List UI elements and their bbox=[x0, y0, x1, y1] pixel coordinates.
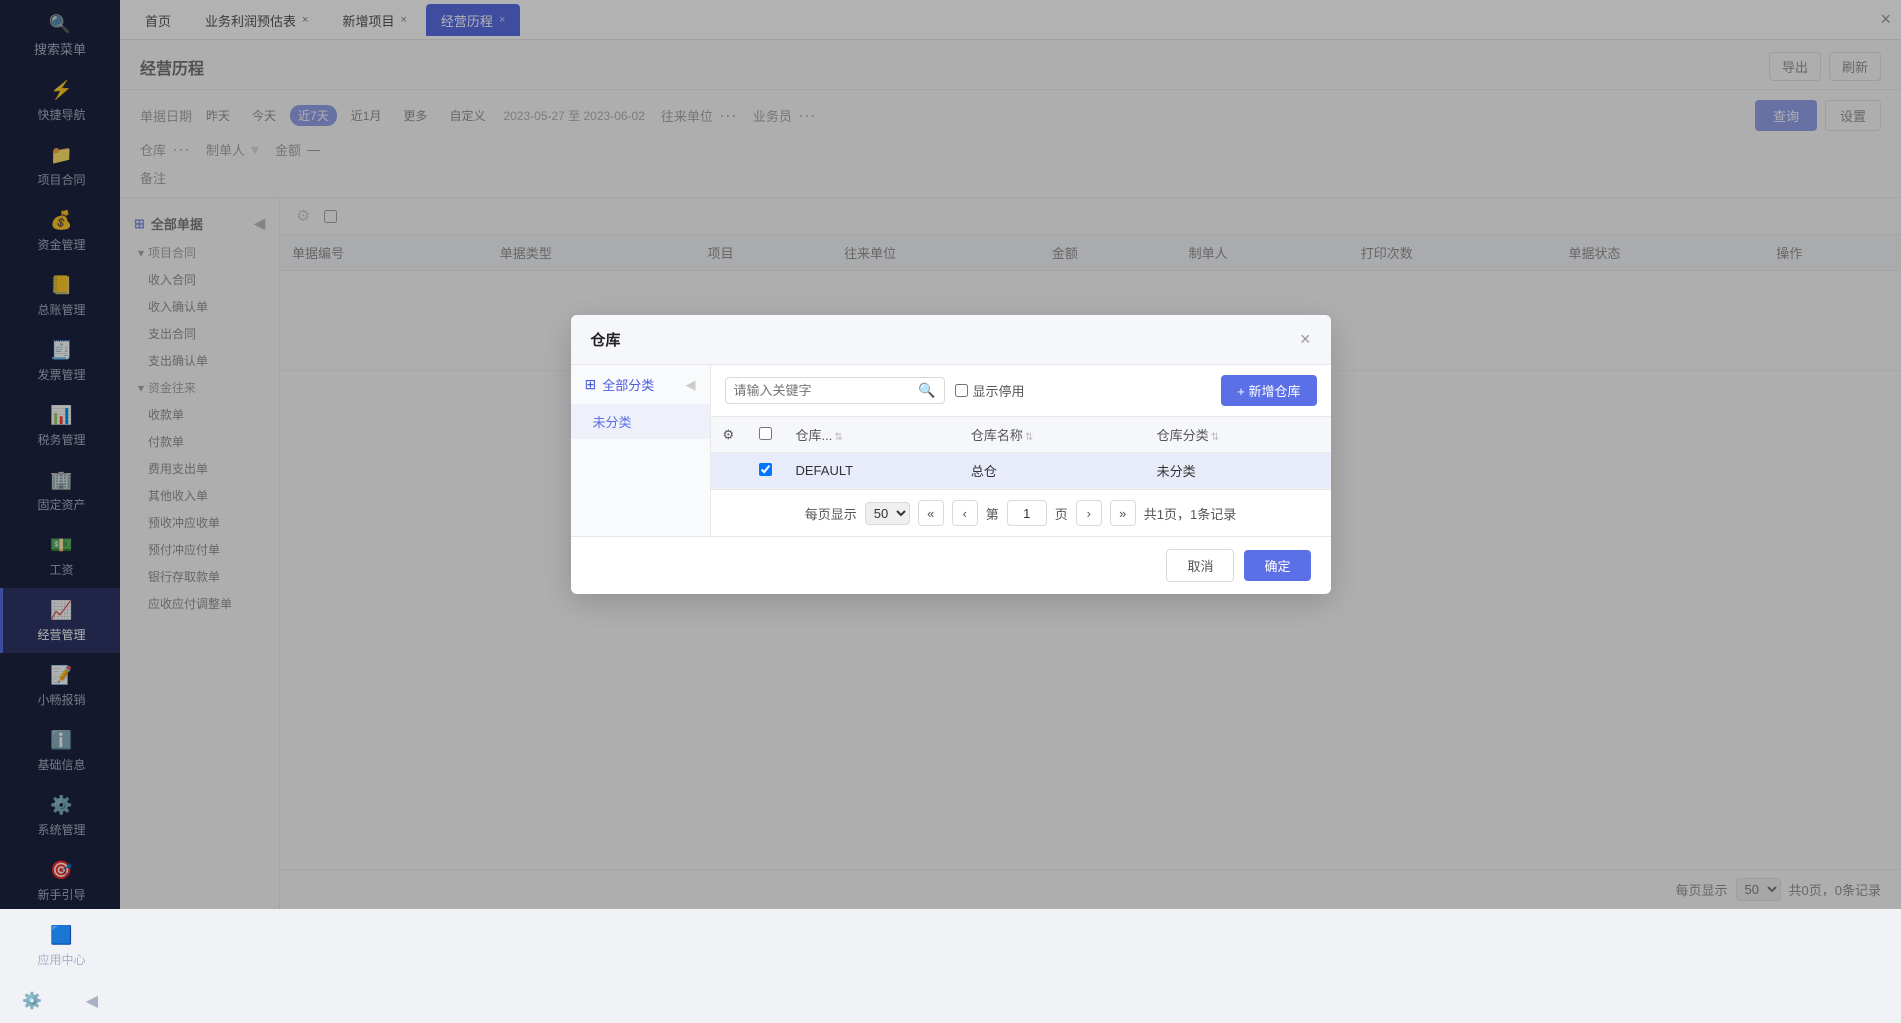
modal-left-collapse[interactable]: ◀ bbox=[686, 377, 696, 393]
cancel-button[interactable]: 取消 bbox=[1166, 549, 1234, 582]
main-area: 首页 业务利润预估表 × 新增项目 × 经营历程 × × 经营历程 导出 刷新 bbox=[120, 0, 1901, 909]
cell-settings bbox=[711, 453, 747, 489]
modal-search-wrap: 🔍 bbox=[725, 377, 945, 404]
add-warehouse-button[interactable]: + 新增仓库 bbox=[1221, 375, 1316, 406]
col-warehouse-category-label: 仓库分类⇅ bbox=[1157, 428, 1219, 443]
modal-first-page-btn[interactable]: « bbox=[918, 500, 944, 526]
col-warehouse-name: 仓库名称⇅ bbox=[959, 417, 1145, 453]
col-settings: ⚙ bbox=[711, 417, 747, 453]
col-checkbox bbox=[747, 417, 784, 453]
modal-page-input[interactable] bbox=[1007, 500, 1047, 526]
modal-overlay: 仓库 × ⊞ 全部分类 ◀ 未分类 bbox=[120, 0, 1901, 909]
modal-search-icon: 🔍 bbox=[918, 382, 935, 399]
cell-checkbox bbox=[747, 453, 784, 489]
modal-title: 仓库 bbox=[591, 329, 621, 350]
col-warehouse-category: 仓库分类⇅ bbox=[1145, 417, 1331, 453]
modal-all-category: 全部分类 bbox=[602, 375, 654, 394]
show-disabled-text: 显示停用 bbox=[973, 381, 1025, 400]
confirm-button[interactable]: 确定 bbox=[1244, 550, 1310, 581]
modal-left-panel: ⊞ 全部分类 ◀ 未分类 bbox=[571, 365, 711, 536]
modal-body: ⊞ 全部分类 ◀ 未分类 🔍 显示停用 bbox=[571, 365, 1331, 536]
modal-close-button[interactable]: × bbox=[1300, 329, 1311, 350]
modal-total-text: 共1页，1条记录 bbox=[1144, 504, 1236, 523]
modal-table-wrap: ⚙ 仓库...⇅ 仓库名称⇅ 仓库分类⇅ bbox=[711, 417, 1331, 489]
col-warehouse-code-label: 仓库...⇅ bbox=[796, 428, 843, 443]
col-warehouse-name-label: 仓库名称⇅ bbox=[971, 428, 1033, 443]
modal-left-header[interactable]: ⊞ 全部分类 ◀ bbox=[571, 365, 710, 404]
settings-icon-th: ⚙ bbox=[723, 427, 735, 442]
modal-footer: 取消 确定 bbox=[571, 536, 1331, 594]
modal-left-item-unclassified[interactable]: 未分类 bbox=[571, 404, 710, 439]
table-row[interactable]: DEFAULT 总仓 未分类 bbox=[711, 453, 1331, 489]
modal-page-unit: 页 bbox=[1055, 504, 1068, 523]
select-all-modal[interactable] bbox=[759, 427, 772, 440]
settings-icon[interactable]: ⚙️ bbox=[22, 991, 42, 1011]
modal-page-size-label: 每页显示 bbox=[805, 504, 857, 523]
col-warehouse-code: 仓库...⇅ bbox=[784, 417, 959, 453]
sidebar-item-label: 应用中心 bbox=[37, 951, 85, 968]
modal-header: 仓库 × bbox=[571, 315, 1331, 365]
sidebar-item-appcenter[interactable]: 🟦 应用中心 bbox=[0, 913, 120, 978]
modal-pagination: 每页显示 50 « ‹ 第 页 › » 共1页，1条记录 bbox=[711, 489, 1331, 536]
modal-warehouse: 仓库 × ⊞ 全部分类 ◀ 未分类 bbox=[571, 315, 1331, 594]
show-disabled-label[interactable]: 显示停用 bbox=[955, 381, 1025, 400]
modal-last-page-btn[interactable]: » bbox=[1110, 500, 1136, 526]
cell-category: 未分类 bbox=[1145, 453, 1331, 489]
collapse-icon[interactable]: ◀ bbox=[86, 991, 98, 1011]
modal-search-input[interactable] bbox=[734, 383, 913, 398]
modal-page-label: 第 bbox=[986, 504, 999, 523]
modal-table: ⚙ 仓库...⇅ 仓库名称⇅ 仓库分类⇅ bbox=[711, 417, 1331, 489]
sidebar-bottom: ⚙️ ◀ bbox=[0, 978, 120, 1023]
appcenter-icon: 🟦 bbox=[50, 925, 72, 946]
cell-name: 总仓 bbox=[959, 453, 1145, 489]
grid-icon-modal: ⊞ bbox=[585, 376, 597, 393]
modal-toolbar: 🔍 显示停用 + 新增仓库 bbox=[711, 365, 1331, 417]
modal-next-page-btn[interactable]: › bbox=[1076, 500, 1102, 526]
cell-code: DEFAULT bbox=[784, 453, 959, 489]
modal-right-panel: 🔍 显示停用 + 新增仓库 ⚙ bbox=[711, 365, 1331, 536]
show-disabled-checkbox[interactable] bbox=[955, 384, 968, 397]
modal-page-size-select[interactable]: 50 bbox=[865, 502, 910, 525]
modal-prev-page-btn[interactable]: ‹ bbox=[952, 500, 978, 526]
row-checkbox[interactable] bbox=[759, 463, 772, 476]
